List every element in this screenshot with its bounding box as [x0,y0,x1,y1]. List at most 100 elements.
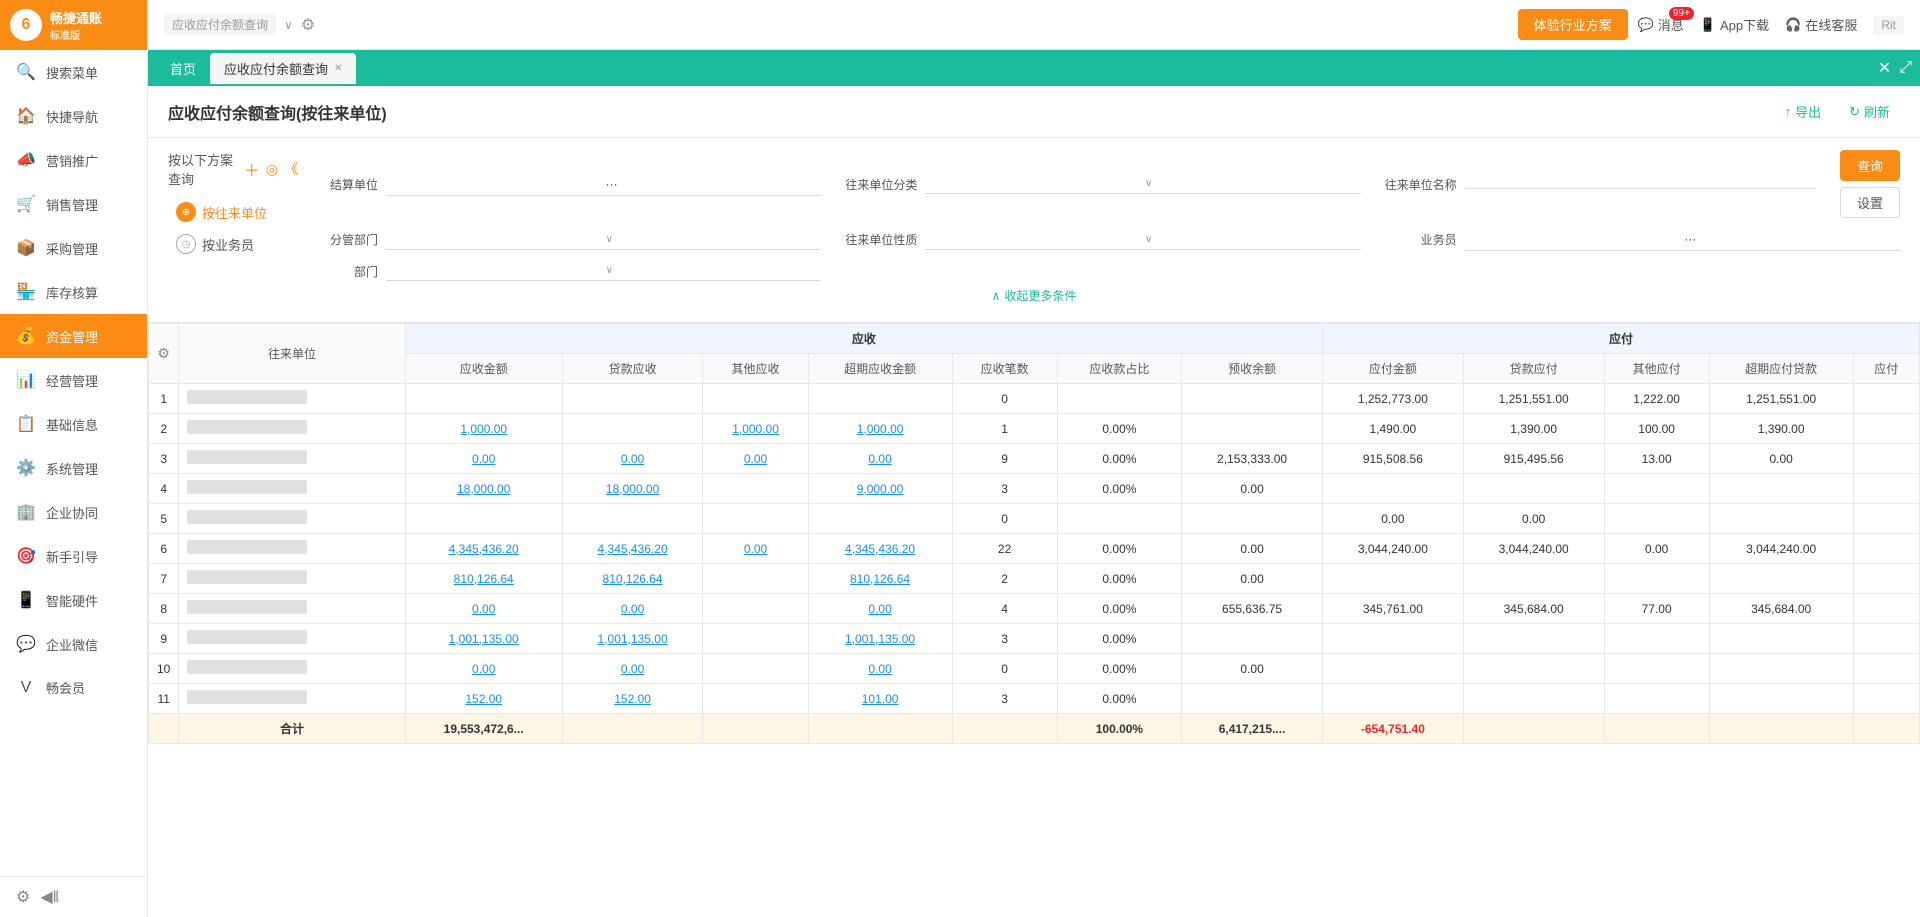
sidebar-item-marketing[interactable]: 📣营销推广 [0,138,147,182]
sidebar-item-inventory[interactable]: 🏪库存核算 [0,270,147,314]
query-button[interactable]: 查询 [1840,150,1900,181]
col-settings-header[interactable]: ⚙ [149,324,179,384]
sidebar-item-finance[interactable]: 💰资金管理 [0,314,147,358]
sidebar-item-search-menu[interactable]: 🔍搜索菜单 [0,50,147,94]
filter-salesman-dots[interactable]: ··· [1684,232,1892,246]
filter-category-label: 往来单位分类 [837,176,917,193]
row-ap_loan: 345,684.00 [1463,594,1604,624]
sidebar-item-operations[interactable]: 📊经营管理 [0,358,147,402]
settings-button[interactable]: 设置 [1840,187,1900,218]
sidebar-item-quick-nav[interactable]: 🏠快捷导航 [0,94,147,138]
quick-nav-label: 快捷导航 [46,107,98,126]
row-ar_amount[interactable]: 0.00 [405,654,562,684]
row-ar_amount[interactable]: 152.00 [405,684,562,714]
row-ar_overdue[interactable]: 0.00 [808,594,952,624]
total-ap-overdue [1709,714,1853,744]
row-ar_overdue[interactable]: 810,126.64 [808,564,952,594]
filter-target-icon[interactable]: ◎ [266,161,278,178]
row-ar_loan[interactable]: 1,001,135.00 [562,624,703,654]
total-ar-amount: 19,553,472,6... [405,714,562,744]
page-content: 应收应付余额查询(按往来单位) ↑ 导出 ↻ 刷新 [148,86,1920,917]
row-ar_overdue[interactable]: 1,000.00 [808,414,952,444]
filter-name-input[interactable] [1465,180,1816,189]
tab-close-icon[interactable]: ✕ [334,63,342,74]
row-ar_overdue[interactable]: 0.00 [808,444,952,474]
row-ap_loan [1463,474,1604,504]
notification-item[interactable]: 💬 消息 99+ [1638,15,1684,34]
filter-division-select[interactable]: ∨ [386,261,821,281]
row-ar_ratio: 0.00% [1057,474,1182,504]
search-menu-label: 搜索菜单 [46,63,98,82]
row-ar_loan[interactable]: 0.00 [562,444,703,474]
collapse-more-button[interactable]: ∧ 收起更多条件 [168,281,1900,310]
row-ar_loan[interactable]: 810,126.64 [562,564,703,594]
user-name[interactable]: Rit [1873,16,1904,34]
row-ar_amount[interactable]: 0.00 [405,594,562,624]
row-ap_amount [1322,654,1463,684]
tab-home[interactable]: 首页 [156,53,210,84]
inventory-label: 库存核算 [46,283,98,302]
row-ar_amount[interactable]: 4,345,436.20 [405,534,562,564]
row-ar_overdue[interactable]: 1,001,135.00 [808,624,952,654]
row-ar_other[interactable]: 1,000.00 [703,414,808,444]
filter-settlement-input[interactable]: ··· [386,173,821,196]
sidebar-item-sales[interactable]: 🛒销售管理 [0,182,147,226]
notification-icon: 💬 [1638,17,1654,33]
row-ar_loan[interactable]: 4,345,436.20 [562,534,703,564]
row-ar_loan[interactable]: 18,000.00 [562,474,703,504]
row-ap_amount: 3,044,240.00 [1322,534,1463,564]
row-ar_count: 3 [952,684,1057,714]
row-ar_amount[interactable]: 1,001,135.00 [405,624,562,654]
row-ar_overdue[interactable]: 101.00 [808,684,952,714]
scheme-by-counterparty[interactable]: ⊕ 按往来单位 [168,196,298,228]
row-ar_amount[interactable]: 0.00 [405,444,562,474]
sidebar-item-system[interactable]: ⚙️系统管理 [0,446,147,490]
row-ar_amount[interactable]: 18,000.00 [405,474,562,504]
row-ar_loan[interactable]: 0.00 [562,654,703,684]
export-button[interactable]: ↑ 导出 [1775,98,1832,125]
tab-ar-ap-query[interactable]: 应收应付余额查询 ✕ [210,53,356,84]
filter-salesman-input[interactable]: ··· [1465,228,1900,251]
row-ap_loan: 3,044,240.00 [1463,534,1604,564]
row-ap_amount: 1,252,773.00 [1322,384,1463,414]
gear-icon[interactable]: ⚙ [16,887,30,907]
page-inner: 应收应付余额查询(按往来单位) ↑ 导出 ↻ 刷新 [148,86,1920,917]
tab-close-window-icon[interactable]: ✕ [1878,58,1891,78]
row-ar_loan[interactable]: 152.00 [562,684,703,714]
sidebar-item-purchase[interactable]: 📦采购管理 [0,226,147,270]
collapse-icon[interactable]: ◀‖ [40,887,59,907]
sidebar-item-member[interactable]: V畅会员 [0,666,147,709]
sidebar-item-corp-wx[interactable]: 💬企业微信 [0,622,147,666]
filter-collapse-icon[interactable]: 《 [284,159,298,179]
header-gear-icon[interactable]: ⚙ [301,15,315,35]
filter-category-select[interactable]: ∨ [925,174,1360,194]
row-ap_other [1604,504,1709,534]
scheme-icon-symbol: ⊕ [182,207,190,218]
sidebar-item-enterprise[interactable]: 🏢企业协同 [0,490,147,534]
filter-add-icon[interactable]: ＋ [244,157,260,181]
sidebar-item-basic[interactable]: 📋基础信息 [0,402,147,446]
row-ap_overdue [1709,684,1853,714]
online-service-item[interactable]: 🎧 在线客服 [1785,15,1857,34]
row-ar_loan[interactable]: 0.00 [562,594,703,624]
row-ar_overdue[interactable]: 9,000.00 [808,474,952,504]
sidebar-item-smart-hw[interactable]: 📱智能硬件 [0,578,147,622]
filter-settlement-dots[interactable]: ··· [606,177,814,191]
scheme-by-salesman[interactable]: ◷ 按业务员 [168,228,298,260]
row-ar_amount[interactable]: 1,000.00 [405,414,562,444]
row-ar_overdue[interactable]: 4,345,436.20 [808,534,952,564]
filter-dept-select[interactable]: ∨ [386,230,821,250]
row-ar_overdue[interactable]: 0.00 [808,654,952,684]
filter-division-arrow: ∨ [606,265,814,276]
industry-button[interactable]: 体验行业方案 [1518,9,1628,40]
row-num: 6 [149,534,179,564]
row-ar_amount[interactable]: 810,126.64 [405,564,562,594]
app-download-item[interactable]: 📱 App下载 [1700,15,1769,34]
sidebar-item-beginner[interactable]: 🎯新手引导 [0,534,147,578]
refresh-button[interactable]: ↻ 刷新 [1839,98,1900,125]
tab-maximize-icon[interactable]: ⤢ [1899,59,1912,77]
filter-nature-select[interactable]: ∨ [925,230,1360,250]
table-gear-icon[interactable]: ⚙ [157,345,170,361]
row-ar_other[interactable]: 0.00 [703,444,808,474]
row-ar_other[interactable]: 0.00 [703,534,808,564]
